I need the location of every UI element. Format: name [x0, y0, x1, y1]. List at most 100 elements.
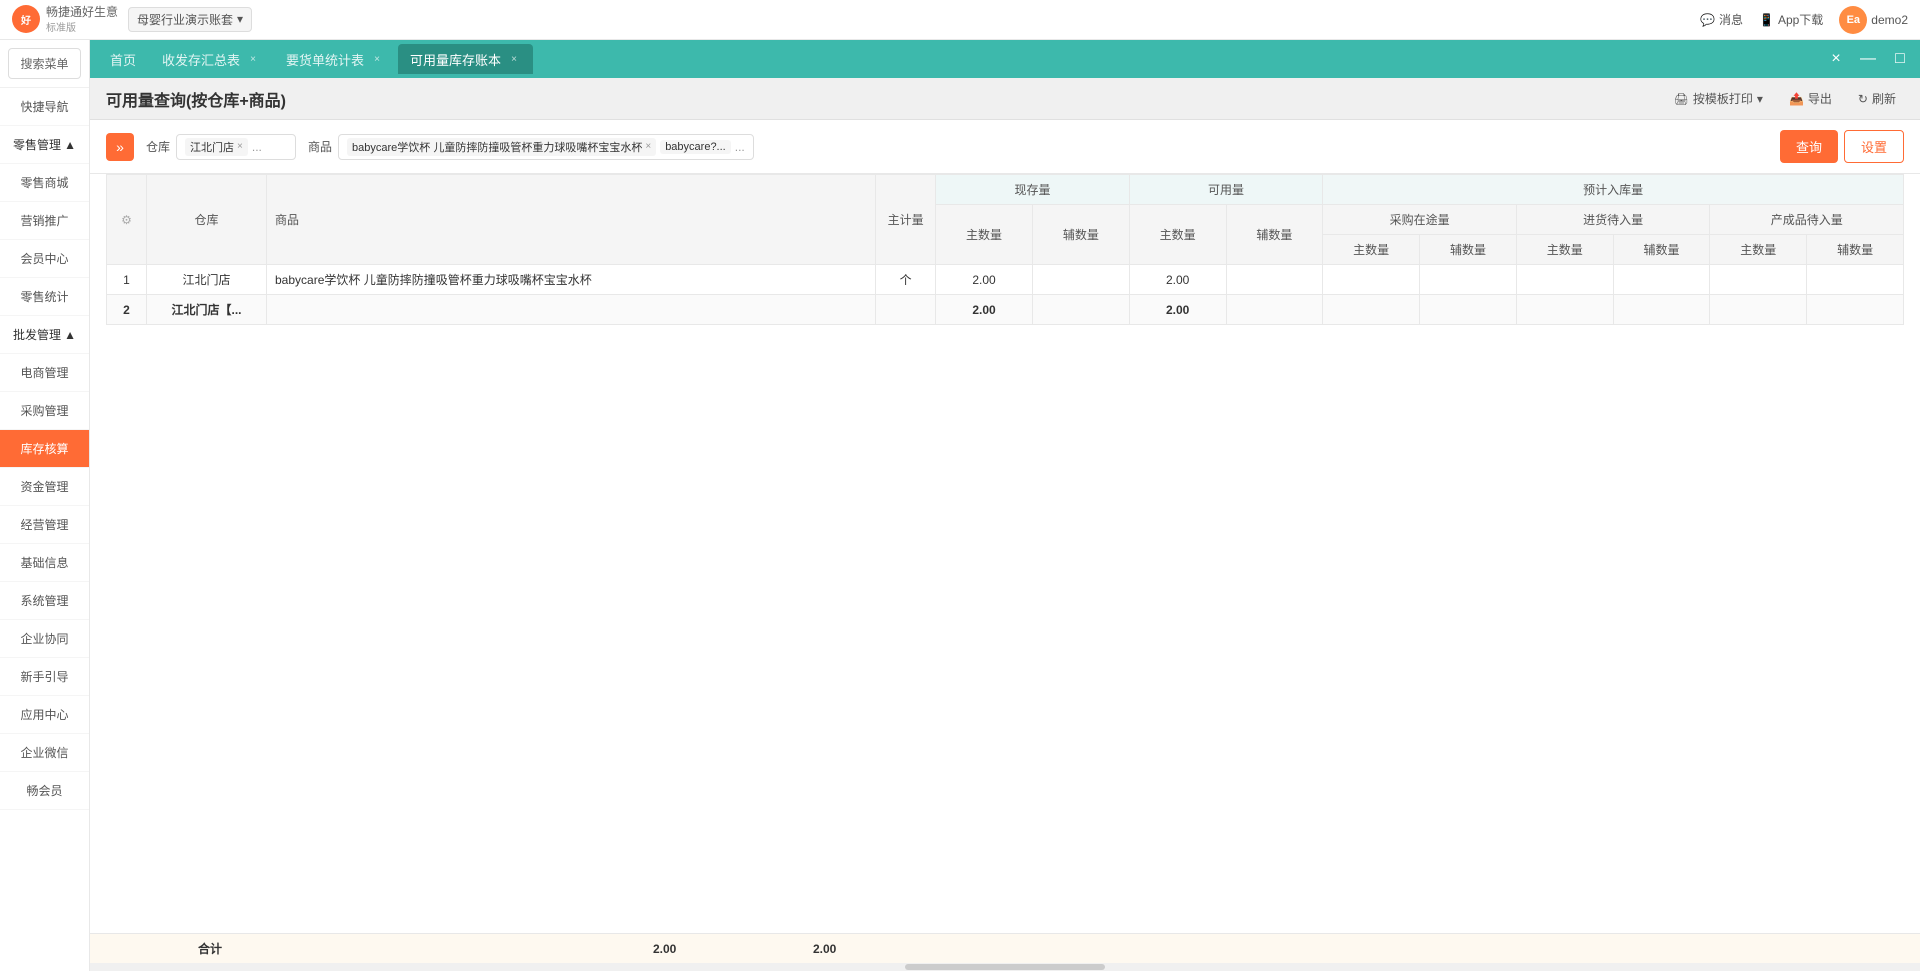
sidebar-item-label: 批发管理	[13, 326, 61, 343]
sidebar-item-basic-info[interactable]: 基础信息	[0, 544, 89, 582]
tab-home-label: 首页	[110, 50, 136, 69]
product-tag-2-value: babycare?...	[665, 141, 726, 153]
product-filter: 商品 babycare学饮杯 儿童防摔防撞吸管杯重力球吸嘴杯宝宝水杯 × bab…	[308, 134, 754, 160]
product-ellipsis[interactable]: ...	[735, 140, 745, 154]
top-bar-left: 好 畅捷通好生意 标准版 母婴行业演示账套 ▾	[12, 5, 252, 34]
sidebar-item-member[interactable]: 畅会员	[0, 772, 89, 810]
warehouse-label: 仓库	[146, 138, 170, 155]
download-label: App下载	[1778, 11, 1823, 28]
page-header: 可用量查询(按仓库+商品) 🖨 按模板打印 ▾ 📤 导出 ↻ 刷新	[90, 78, 1920, 120]
cell-uom	[876, 295, 936, 325]
cell-production-aux	[1807, 265, 1904, 295]
print-button[interactable]: 🖨 按模板打印 ▾	[1666, 86, 1771, 111]
tab-requisition-close[interactable]: ×	[370, 52, 384, 66]
cell-inbound-main	[1516, 265, 1613, 295]
sidebar-item-system-mgmt[interactable]: 系统管理	[0, 582, 89, 620]
sidebar-item-finance[interactable]: 资金管理	[0, 468, 89, 506]
th-production-pending: 产成品待入量	[1710, 205, 1904, 235]
warehouse-filter: 仓库 江北门店 × ...	[146, 134, 296, 160]
sidebar-item-quick-nav[interactable]: 快捷导航	[0, 88, 89, 126]
sidebar-item-retail-mgmt[interactable]: 零售管理 ▲	[0, 126, 89, 164]
product-tag-2: babycare?...	[660, 140, 731, 154]
search-menu-button[interactable]: 搜索菜单	[8, 48, 81, 79]
cell-stock-aux	[1032, 295, 1129, 325]
tab-available-inventory[interactable]: 可用量库存账本 ×	[398, 44, 533, 74]
warehouse-input[interactable]: 江北门店 × ...	[176, 134, 296, 160]
app-download-button[interactable]: 📱 App下载	[1759, 11, 1823, 28]
sidebar-item-ecommerce[interactable]: 电商管理	[0, 354, 89, 392]
tab-requisition[interactable]: 要货单统计表 ×	[274, 44, 396, 74]
settings-button[interactable]: 设置	[1844, 130, 1904, 163]
th-available-aux: 辅数量	[1226, 205, 1323, 265]
sidebar-item-purchase-mgmt[interactable]: 采购管理	[0, 392, 89, 430]
top-bar-right: 💬 消息 📱 App下载 Ea demo2	[1700, 6, 1908, 34]
query-button[interactable]: 查询	[1780, 130, 1838, 163]
logo-sub: 标准版	[46, 19, 118, 34]
avatar-initials: Ea	[1847, 14, 1860, 26]
logo-area: 好 畅捷通好生意 标准版	[12, 5, 118, 34]
warehouse-ellipsis[interactable]: ...	[252, 140, 262, 154]
th-purchase-aux: 辅数量	[1420, 235, 1517, 265]
logo-icon: 好	[12, 5, 40, 33]
th-current-stock: 现存量	[936, 175, 1130, 205]
print-dropdown-icon: ▾	[1757, 92, 1763, 106]
sidebar-item-operations[interactable]: 经营管理	[0, 506, 89, 544]
close-all-button[interactable]: ×	[1824, 47, 1848, 71]
th-inbound-aux: 辅数量	[1613, 235, 1710, 265]
page-actions: 🖨 按模板打印 ▾ 📤 导出 ↻ 刷新	[1666, 86, 1904, 111]
cell-available-aux	[1226, 265, 1323, 295]
sidebar-item-member-center[interactable]: 会员中心	[0, 240, 89, 278]
gear-icon[interactable]: ⚙	[121, 213, 132, 227]
filter-actions: 查询 设置	[1780, 130, 1904, 163]
print-label: 按模板打印	[1693, 90, 1753, 107]
cell-uom: 个	[876, 265, 936, 295]
product-input[interactable]: babycare学饮杯 儿童防摔防撞吸管杯重力球吸嘴杯宝宝水杯 × babyca…	[338, 134, 754, 160]
refresh-button[interactable]: ↻ 刷新	[1850, 86, 1904, 111]
th-uom: 主计量	[876, 175, 936, 265]
data-table: ⚙ 仓库 商品 主计量 现存量 可用量 预计入库量 主数量 辅数量 主数量 辅数…	[106, 174, 1904, 325]
filter-bar: » 仓库 江北门店 × ... 商品 babycare学饮杯 儿童防摔防撞吸管杯…	[90, 120, 1920, 174]
cell-inbound-main	[1516, 295, 1613, 325]
sidebar-item-enterprise-wechat[interactable]: 企业微信	[0, 734, 89, 772]
refresh-label: 刷新	[1872, 90, 1896, 107]
industry-selector[interactable]: 母婴行业演示账套 ▾	[128, 7, 252, 32]
tab-available-inventory-close[interactable]: ×	[507, 52, 521, 66]
tab-available-inventory-label: 可用量库存账本	[410, 50, 501, 69]
cell-production-aux	[1807, 295, 1904, 325]
warehouse-tag-close[interactable]: ×	[237, 141, 243, 152]
sidebar-item-wholesale-mgmt[interactable]: 批发管理 ▲	[0, 316, 89, 354]
scroll-thumb[interactable]	[905, 964, 1105, 970]
sidebar-item-marketing[interactable]: 营销推广	[0, 202, 89, 240]
cell-inbound-aux	[1613, 265, 1710, 295]
user-menu[interactable]: Ea demo2	[1839, 6, 1908, 34]
table-row: 2 江北门店【... 2.00 2.00	[107, 295, 1904, 325]
tab-receivable-close[interactable]: ×	[246, 52, 260, 66]
minimize-button[interactable]: —	[1856, 47, 1880, 71]
print-icon: 🖨	[1674, 92, 1689, 106]
sidebar-item-new-guide[interactable]: 新手引导	[0, 658, 89, 696]
sidebar-item-enterprise-collab[interactable]: 企业协同	[0, 620, 89, 658]
logo-text-block: 畅捷通好生意 标准版	[46, 5, 118, 34]
tab-home[interactable]: 首页	[98, 44, 148, 74]
th-available-main: 主数量	[1129, 205, 1226, 265]
message-button[interactable]: 💬 消息	[1700, 11, 1743, 28]
maximize-button[interactable]: □	[1888, 47, 1912, 71]
export-label: 导出	[1808, 90, 1832, 107]
cell-available-aux	[1226, 295, 1323, 325]
filter-expand-button[interactable]: »	[106, 133, 134, 161]
th-production-aux: 辅数量	[1807, 235, 1904, 265]
cell-stock-main: 2.00	[936, 265, 1033, 295]
th-stock-main: 主数量	[936, 205, 1033, 265]
th-forecast-inbound: 预计入库量	[1323, 175, 1904, 205]
sidebar-item-retail-mall[interactable]: 零售商城	[0, 164, 89, 202]
tab-receivable[interactable]: 收发存汇总表 ×	[150, 44, 272, 74]
top-bar: 好 畅捷通好生意 标准版 母婴行业演示账套 ▾ 💬 消息 📱 App下载 Ea …	[0, 0, 1920, 40]
export-button[interactable]: 📤 导出	[1781, 86, 1840, 111]
cell-warehouse: 江北门店	[147, 265, 267, 295]
product-tag-1-close[interactable]: ×	[645, 141, 651, 152]
cell-stock-aux	[1032, 265, 1129, 295]
sidebar-item-retail-stats[interactable]: 零售统计	[0, 278, 89, 316]
sidebar-item-app-center[interactable]: 应用中心	[0, 696, 89, 734]
sidebar-item-inventory[interactable]: 库存核算	[0, 430, 89, 468]
cell-purchase-aux	[1420, 295, 1517, 325]
